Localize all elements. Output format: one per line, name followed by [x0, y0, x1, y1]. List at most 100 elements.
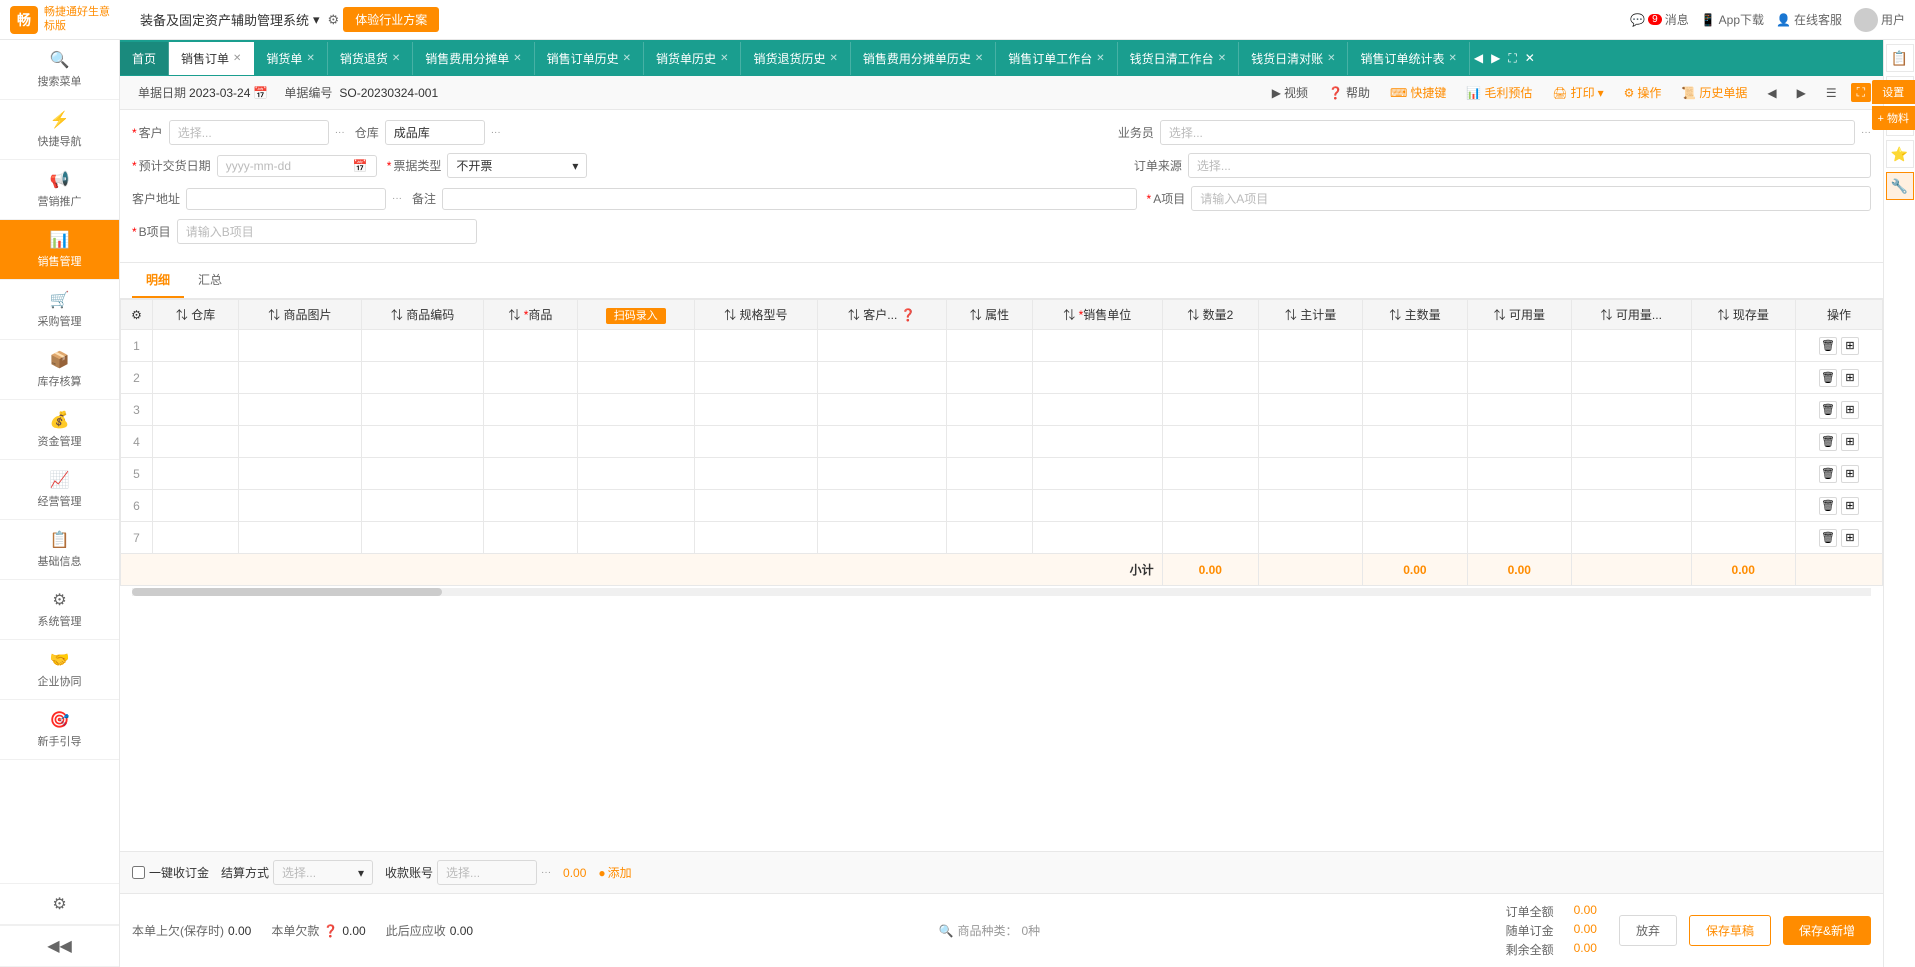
staff-more-btn[interactable]: ··· — [1861, 127, 1871, 138]
address-input[interactable] — [186, 188, 386, 210]
row-warehouse[interactable] — [153, 330, 239, 362]
tab-expense-history[interactable]: 销售费用分摊单历史 ✕ — [851, 42, 996, 75]
row-spec[interactable] — [695, 522, 818, 554]
row-image[interactable] — [239, 362, 362, 394]
row-spec[interactable] — [695, 394, 818, 426]
profit-button[interactable]: 📊 毛利预估 — [1460, 82, 1538, 103]
row-customer[interactable] — [817, 426, 946, 458]
row-main-unit[interactable] — [1258, 522, 1362, 554]
discard-button[interactable]: 放弃 — [1619, 915, 1677, 946]
account-select[interactable]: 选择... — [437, 860, 537, 885]
row-unit[interactable] — [1032, 362, 1162, 394]
row-delete-btn[interactable]: 🗑 — [1819, 369, 1837, 387]
row-delete-btn[interactable]: 🗑 — [1819, 401, 1837, 419]
tab-order-workbench-close[interactable]: ✕ — [1096, 53, 1104, 64]
row-scan[interactable] — [577, 522, 695, 554]
row-unit[interactable] — [1032, 490, 1162, 522]
tab-sales-order-close[interactable]: ✕ — [233, 53, 241, 64]
row-available2[interactable] — [1571, 426, 1691, 458]
tab-daily-reconcile-close[interactable]: ✕ — [1327, 53, 1335, 64]
tab-sales-return-close[interactable]: ✕ — [392, 53, 400, 64]
add-material-btn[interactable]: + 物料 — [1872, 106, 1883, 130]
col-attr-sort[interactable]: ⇅ — [970, 308, 982, 322]
shortcuts-button[interactable]: ⌨ 快捷键 — [1384, 82, 1452, 103]
print-dropdown-icon[interactable]: ▾ — [1598, 86, 1604, 100]
sidebar-item-basic-info[interactable]: 📋 基础信息 — [0, 520, 119, 580]
row-main-qty[interactable] — [1363, 490, 1467, 522]
row-delete-btn[interactable]: 🗑 — [1819, 529, 1837, 547]
delivery-date-input[interactable]: yyyy-mm-dd 📅 — [217, 155, 377, 177]
row-main-unit[interactable] — [1258, 426, 1362, 458]
sidebar-item-settings[interactable]: ⚙ — [0, 883, 119, 925]
row-code[interactable] — [361, 522, 484, 554]
row-spec[interactable] — [695, 362, 818, 394]
row-scan[interactable] — [577, 394, 695, 426]
row-product[interactable] — [484, 330, 577, 362]
tab-home[interactable]: 首页 — [120, 42, 169, 75]
row-copy-btn[interactable]: ⊞ — [1841, 497, 1859, 515]
sidebar-item-finance[interactable]: 💰 资金管理 — [0, 400, 119, 460]
sidebar-item-inventory[interactable]: 📦 库存核算 — [0, 340, 119, 400]
row-main-qty[interactable] — [1363, 362, 1467, 394]
row-image[interactable] — [239, 394, 362, 426]
message-button[interactable]: 💬 9 消息 — [1630, 11, 1689, 28]
row-main-qty[interactable] — [1363, 458, 1467, 490]
tab-expense-history-close[interactable]: ✕ — [975, 53, 983, 64]
customer-more-btn[interactable]: ··· — [335, 127, 345, 138]
current-order-help[interactable]: ❓ — [323, 924, 338, 938]
row-image[interactable] — [239, 458, 362, 490]
save-draft-button[interactable]: 保存草稿 — [1689, 915, 1771, 946]
operate-button[interactable]: ⚙ 操作 — [1618, 82, 1668, 103]
col-product-sort[interactable]: ⇅ — [508, 308, 520, 322]
settings-panel-btn[interactable]: 设置 — [1872, 80, 1883, 104]
row-copy-btn[interactable]: ⊞ — [1841, 369, 1859, 387]
row-qty2[interactable] — [1162, 522, 1258, 554]
online-service-button[interactable]: 👤 在线客服 — [1776, 11, 1842, 28]
row-delete-btn[interactable]: 🗑 — [1819, 497, 1837, 515]
customer-input[interactable]: 选择... — [169, 120, 329, 145]
app-download-button[interactable]: 📱 App下载 — [1701, 11, 1764, 28]
row-unit[interactable] — [1032, 458, 1162, 490]
nav-prev-button[interactable]: ◀ — [1761, 84, 1782, 102]
tab-order-workbench[interactable]: 销售订单工作台 ✕ — [996, 42, 1117, 75]
sidebar-item-quick-nav[interactable]: ⚡ 快捷导航 — [0, 100, 119, 160]
tab-sales-return[interactable]: 销货退货 ✕ — [328, 42, 413, 75]
row-product[interactable] — [484, 490, 577, 522]
view-video-button[interactable]: ▶ 视频 — [1266, 82, 1314, 103]
row-spec[interactable] — [695, 330, 818, 362]
col-qty2-sort[interactable]: ⇅ — [1187, 308, 1199, 322]
sidebar-item-sales[interactable]: 📊 销售管理 — [0, 220, 119, 280]
row-main-qty[interactable] — [1363, 330, 1467, 362]
tab-detail[interactable]: 明细 — [132, 263, 184, 298]
row-image[interactable] — [239, 426, 362, 458]
col-settings[interactable]: ⚙ — [121, 300, 153, 330]
sidebar-item-purchase[interactable]: 🛒 采购管理 — [0, 280, 119, 340]
row-product[interactable] — [484, 458, 577, 490]
row-qty2[interactable] — [1162, 458, 1258, 490]
warehouse-more-btn[interactable]: ··· — [491, 127, 501, 138]
row-qty2[interactable] — [1162, 394, 1258, 426]
sidebar-item-management[interactable]: 📈 经营管理 — [0, 460, 119, 520]
col-main-unit-sort[interactable]: ⇅ — [1285, 308, 1297, 322]
row-code[interactable] — [361, 330, 484, 362]
row-code[interactable] — [361, 490, 484, 522]
tab-order-history[interactable]: 销售订单历史 ✕ — [535, 42, 644, 75]
tab-sales-shipment-close[interactable]: ✕ — [306, 53, 314, 64]
tab-shipment-history[interactable]: 销货单历史 ✕ — [644, 42, 741, 75]
row-spec[interactable] — [695, 458, 818, 490]
row-copy-btn[interactable]: ⊞ — [1841, 465, 1859, 483]
row-available2[interactable] — [1571, 458, 1691, 490]
one-click-input[interactable] — [132, 866, 145, 879]
row-copy-btn[interactable]: ⊞ — [1841, 433, 1859, 451]
row-product[interactable] — [484, 362, 577, 394]
row-available[interactable] — [1467, 458, 1571, 490]
row-main-qty[interactable] — [1363, 522, 1467, 554]
row-current[interactable] — [1691, 522, 1795, 554]
tab-shipment-history-close[interactable]: ✕ — [720, 53, 728, 64]
tab-nav-next[interactable]: ▶ — [1487, 51, 1504, 65]
row-unit[interactable] — [1032, 426, 1162, 458]
row-attr[interactable] — [946, 458, 1032, 490]
right-icon-clipboard[interactable]: 📋 — [1886, 44, 1914, 72]
row-product[interactable] — [484, 394, 577, 426]
tab-order-stats[interactable]: 销售订单统计表 ✕ — [1348, 42, 1469, 75]
